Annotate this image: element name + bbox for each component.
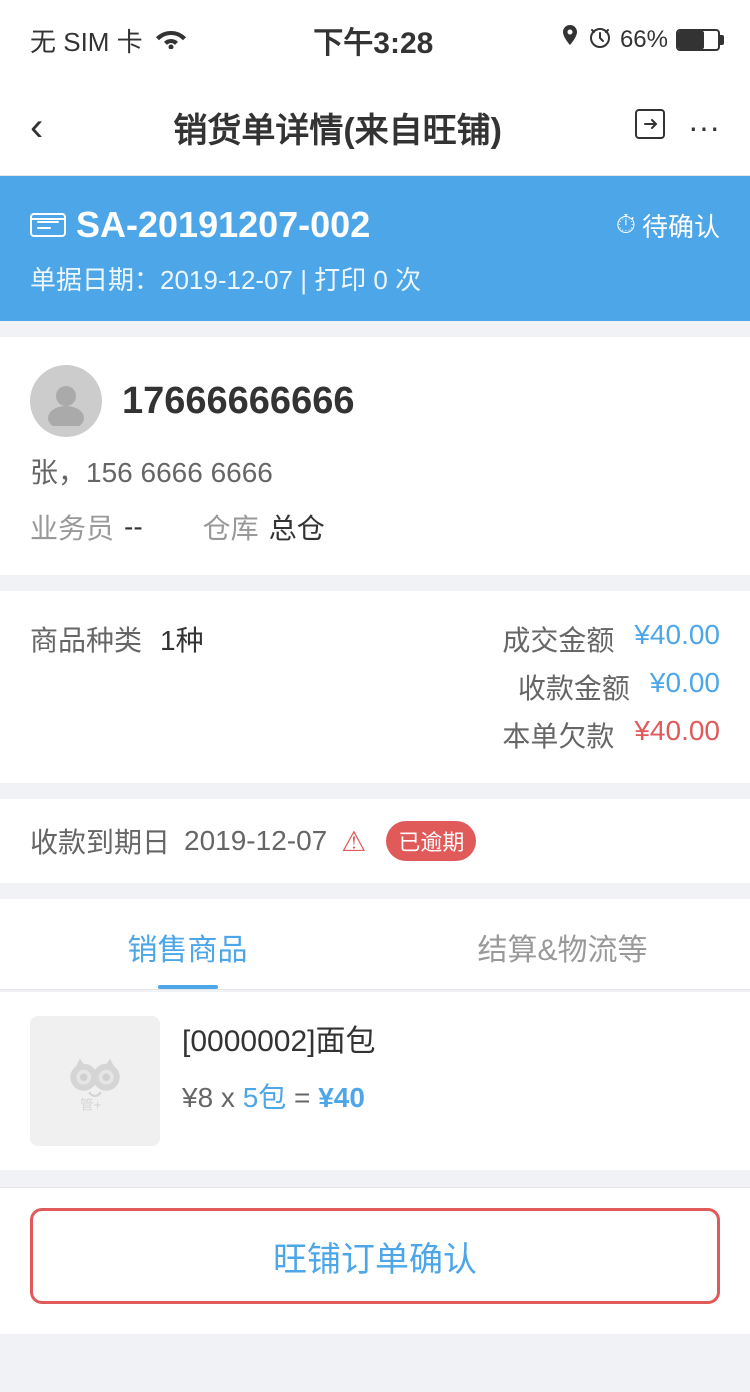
- page-title: 销货单详情(来自旺铺): [173, 103, 502, 152]
- sales-rep-label: 业务员: [30, 507, 114, 547]
- tab-goods[interactable]: 销售商品: [0, 899, 375, 989]
- wifi-icon: [155, 25, 187, 56]
- more-button[interactable]: ···: [688, 109, 720, 146]
- status-icons: 66%: [560, 25, 720, 56]
- product-info: [0000002]面包 ¥8 x 5包 = ¥40: [182, 1016, 720, 1116]
- share-button[interactable]: [632, 106, 668, 150]
- back-button[interactable]: ‹: [30, 105, 43, 150]
- nav-bar: ‹ 销货单详情(来自旺铺) ···: [0, 80, 750, 176]
- debt-amount-label: 本单欠款: [502, 715, 614, 755]
- order-date: 单据日期：2019-12-07 | 打印 0 次: [30, 260, 720, 297]
- product-name: [0000002]面包: [182, 1016, 720, 1060]
- status-time: 下午3:28: [313, 18, 433, 62]
- customer-card: 17666666666 张，156 6666 6666 业务员 -- 仓库 总仓: [0, 337, 750, 575]
- summary-card: 商品种类 1种 成交金额 ¥40.00 收款金额 ¥0.00 本单欠款 ¥40.…: [0, 591, 750, 783]
- amounts: 成交金额 ¥40.00 收款金额 ¥0.00 本单欠款 ¥40.00: [502, 619, 720, 755]
- status-carrier: 无 SIM 卡: [30, 22, 187, 59]
- sales-rep-value: --: [124, 511, 143, 543]
- clock-icon: ⏱: [616, 209, 636, 241]
- product-qty: 5包: [243, 1082, 287, 1113]
- deal-amount-row: 成交金额 ¥40.00: [502, 619, 720, 659]
- sales-rep: 业务员 --: [30, 507, 143, 547]
- alarm-icon: [588, 25, 612, 56]
- customer-phone: 17666666666: [122, 380, 354, 423]
- due-date-value: 2019-12-07: [184, 825, 327, 857]
- order-status: ⏱ 待确认: [616, 207, 720, 244]
- svg-text:管+: 管+: [80, 1098, 101, 1112]
- debt-amount-row: 本单欠款 ¥40.00: [502, 715, 720, 755]
- tabs-bar: 销售商品 结算&物流等: [0, 899, 750, 990]
- goods-type: 商品种类 1种: [30, 619, 204, 659]
- product-item: 管+ [0000002]面包 ¥8 x 5包 = ¥40: [0, 992, 750, 1170]
- product-image: 管+: [30, 1016, 160, 1146]
- goods-type-label: 商品种类: [30, 619, 142, 659]
- location-icon: [560, 25, 580, 56]
- received-amount-value: ¥0.00: [650, 667, 720, 707]
- product-price: ¥8 x 5包 = ¥40: [182, 1076, 720, 1116]
- price-formula: ¥8 x: [182, 1082, 243, 1113]
- received-amount-label: 收款金额: [518, 667, 630, 707]
- warehouse-label: 仓库: [203, 507, 259, 547]
- warehouse: 仓库 总仓: [203, 507, 325, 547]
- deal-amount-label: 成交金额: [502, 619, 614, 659]
- carrier-text: 无 SIM 卡: [30, 22, 143, 59]
- due-date-card: 收款到期日 2019-12-07 ⚠ 已逾期: [0, 799, 750, 883]
- confirm-btn-wrap: 旺铺订单确认: [0, 1187, 750, 1334]
- debt-amount-value: ¥40.00: [634, 715, 720, 755]
- nav-actions: ···: [632, 106, 720, 150]
- tab-settle[interactable]: 结算&物流等: [375, 899, 750, 989]
- deal-amount-value: ¥40.00: [634, 619, 720, 659]
- product-total: ¥40: [318, 1082, 365, 1113]
- overdue-icon: ⚠: [341, 825, 366, 858]
- customer-meta: 业务员 -- 仓库 总仓: [30, 507, 720, 547]
- equals-sign: =: [286, 1082, 318, 1113]
- goods-type-value: 1种: [160, 619, 204, 659]
- confirm-order-button[interactable]: 旺铺订单确认: [30, 1208, 720, 1304]
- order-header: SA-20191207-002 ⏱ 待确认 单据日期：2019-12-07 | …: [0, 176, 750, 321]
- status-bar: 无 SIM 卡 下午3:28 66%: [0, 0, 750, 80]
- avatar: [30, 365, 102, 437]
- received-amount-row: 收款金额 ¥0.00: [518, 667, 720, 707]
- battery-text: 66%: [620, 26, 668, 54]
- battery-icon: [676, 29, 720, 51]
- customer-name: 张，156 6666 6666: [30, 451, 720, 491]
- warehouse-value: 总仓: [269, 507, 325, 547]
- order-id: SA-20191207-002: [30, 204, 370, 246]
- overdue-badge: 已逾期: [386, 821, 476, 861]
- due-date-label: 收款到期日: [30, 821, 170, 861]
